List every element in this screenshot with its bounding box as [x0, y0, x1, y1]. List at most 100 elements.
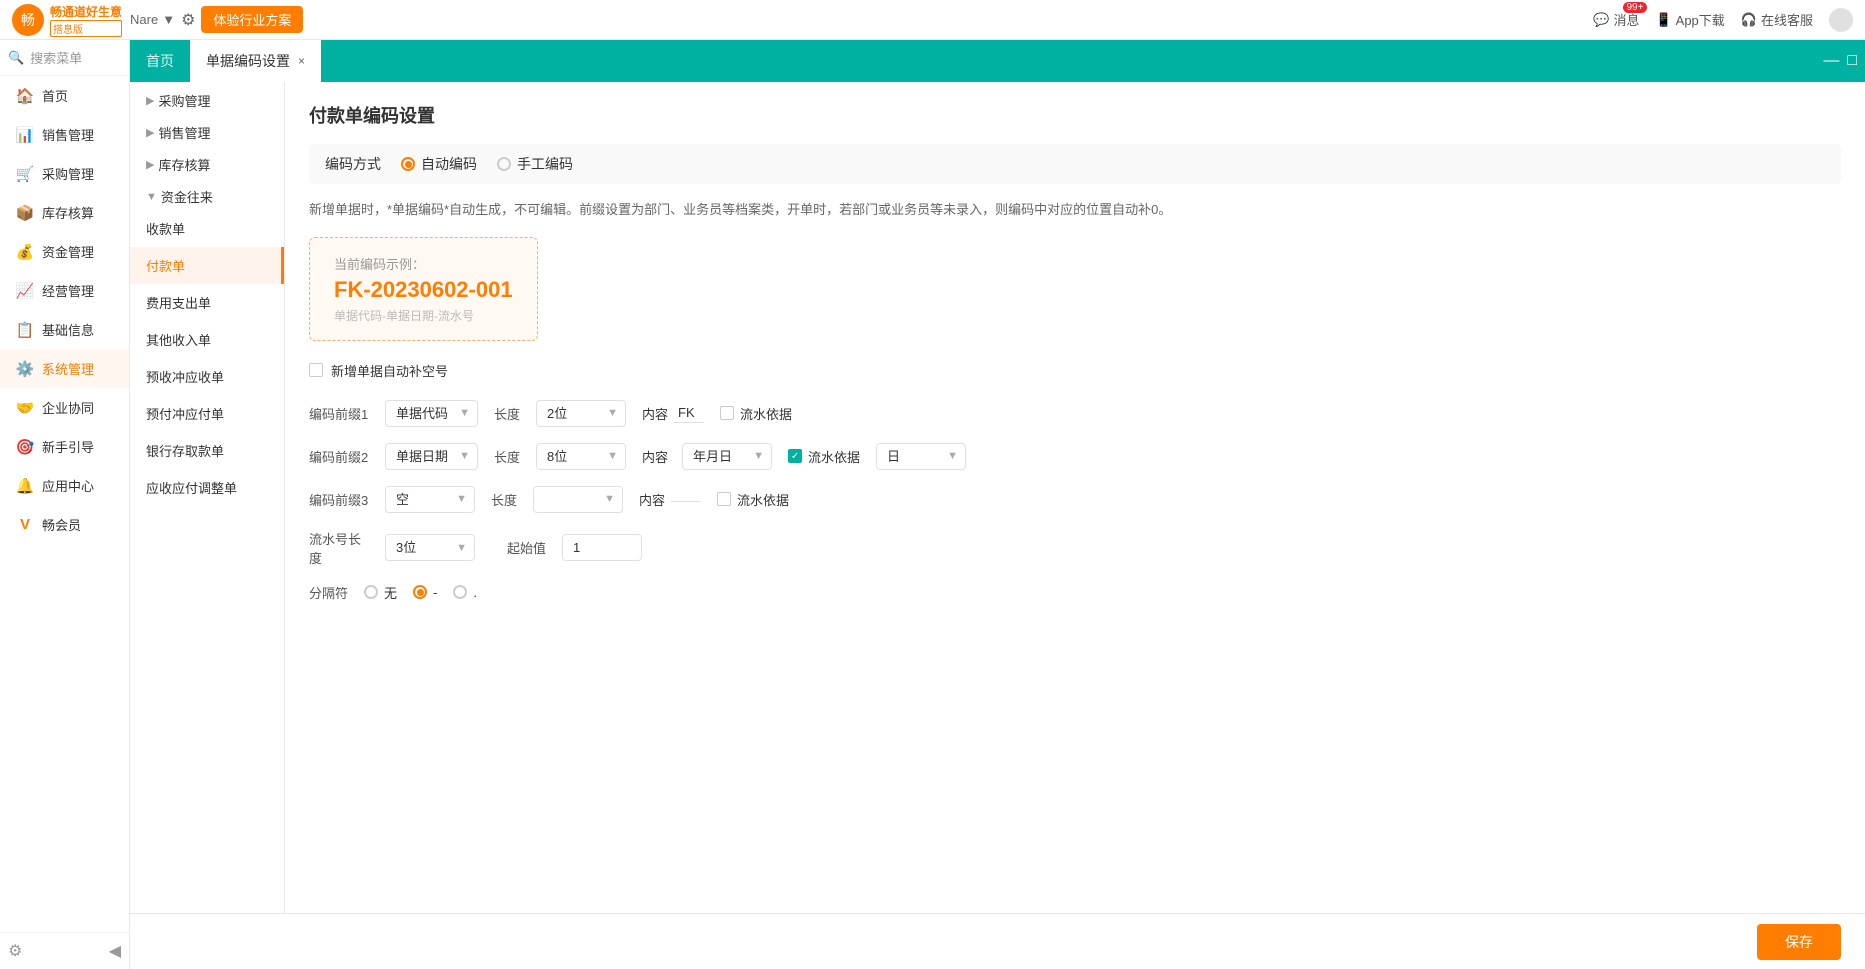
page-title: 付款单编码设置 — [309, 102, 1841, 128]
sub-group-capital[interactable]: 资金往来 — [130, 178, 284, 210]
expand-icon — [146, 94, 154, 107]
auto-fill-checkbox[interactable] — [309, 363, 323, 377]
sub-item-other-income[interactable]: 其他收入单 — [130, 321, 284, 358]
start-value-input[interactable] — [562, 534, 642, 561]
sub-item-payment[interactable]: 付款单 — [130, 247, 284, 284]
guide-icon: 🎯 — [16, 438, 34, 456]
experience-button[interactable]: 体验行业方案 — [201, 6, 303, 33]
user-avatar[interactable] — [1829, 8, 1853, 32]
logo-text: 畅通道好生意 搭息版 — [50, 3, 122, 37]
encode-method-row: 编码方式 自动编码 手工编码 — [309, 144, 1841, 184]
prefix2-content-select[interactable]: 年月日 — [682, 443, 772, 470]
sub-group-inventory[interactable]: 库存核算 — [130, 146, 284, 178]
chevron-down-icon: ▼ — [162, 12, 175, 27]
app-download-button[interactable]: 📱 App下载 — [1655, 10, 1724, 29]
maximize-icon[interactable]: □ — [1847, 52, 1857, 70]
sub-item-adjust[interactable]: 应收应付调整单 — [130, 469, 284, 506]
prefix2-select-wrapper: 单据日期 ▼ — [385, 443, 478, 470]
mobile-icon: 📱 — [1655, 12, 1671, 28]
settings-icon[interactable]: ⚙ — [8, 941, 22, 961]
prefix1-row: 编码前缀1 单据代码 ▼ 长度 2位 ▼ — [309, 400, 1841, 427]
expand-icon — [146, 158, 154, 171]
sidebar-item-inventory[interactable]: 📦 库存核算 — [0, 193, 129, 232]
minimize-icon[interactable]: — — [1823, 52, 1839, 70]
sidebar-item-guide[interactable]: 🎯 新手引导 — [0, 427, 129, 466]
prefix3-row: 编码前缀3 空 ▼ 长度 ▼ 内容 — [309, 486, 1841, 513]
tab-home[interactable]: 首页 — [130, 40, 190, 82]
nav-dropdown[interactable]: Nare ▼ — [130, 12, 175, 27]
sidebar-item-finance[interactable]: 💰 资金管理 — [0, 232, 129, 271]
sub-item-expense[interactable]: 费用支出单 — [130, 284, 284, 321]
expand-icon — [146, 126, 154, 139]
save-button[interactable]: 保存 — [1757, 924, 1841, 960]
search-icon: 🔍 — [8, 50, 24, 66]
gear-icon[interactable]: ⚙ — [181, 10, 195, 30]
prefix1-flow-check[interactable]: 流水依据 — [720, 404, 792, 423]
purchase-icon: 🛒 — [16, 165, 34, 183]
sub-item-prepay[interactable]: 预付冲应付单 — [130, 395, 284, 432]
top-bar-right: 💬 消息 99+ 📱 App下载 🎧 在线客服 — [1593, 8, 1853, 32]
sidebar-item-apps[interactable]: 🔔 应用中心 — [0, 466, 129, 505]
form-area: 付款单编码设置 编码方式 自动编码 手工编码 新增单据时，*单据编码*自动生成，… — [285, 82, 1865, 913]
logo-icon: 畅 — [12, 4, 44, 36]
prefix1-flow-checkbox[interactable] — [720, 406, 734, 420]
sub-item-receipt[interactable]: 收款单 — [130, 210, 284, 247]
sep-none-radio[interactable]: 无 — [364, 583, 397, 602]
tab-close-icon[interactable]: × — [298, 54, 305, 68]
top-bar: 畅 畅通道好生意 搭息版 Nare ▼ ⚙ 体验行业方案 💬 消息 99+ 📱 … — [0, 0, 1865, 40]
code-preview-box: 当前编码示例： FK-20230602-001 单据代码-单据日期-流水号 — [309, 237, 538, 341]
tab-encode-setting[interactable]: 单据编码设置 × — [190, 40, 321, 82]
collapse-icon[interactable]: ◀ — [109, 941, 121, 961]
manual-encode-radio[interactable]: 手工编码 — [497, 154, 573, 174]
serial-length-select[interactable]: 3位 — [385, 534, 475, 561]
prefix2-flow-unit-select[interactable]: 日 — [876, 443, 966, 470]
prefix1-length-select[interactable]: 2位 — [536, 400, 626, 427]
sidebar-item-sales[interactable]: 📊 销售管理 — [0, 115, 129, 154]
sidebar-item-member[interactable]: V 畅会员 — [0, 505, 129, 544]
sidebar-search[interactable]: 🔍 搜索菜单 — [0, 40, 129, 76]
serial-length-wrapper: 3位 ▼ — [385, 534, 475, 561]
top-bar-left: 畅 畅通道好生意 搭息版 Nare ▼ ⚙ 体验行业方案 — [12, 3, 303, 37]
prefix2-flow-unit-wrapper: 日 ▼ — [876, 443, 966, 470]
radio-dot-indicator — [453, 585, 467, 599]
finance-icon: 💰 — [16, 243, 34, 261]
info-text: 新增单据时，*单据编码*自动生成，不可编辑。前缀设置为部门、业务员等档案类，开单… — [309, 200, 1841, 221]
sub-item-advance-receipt[interactable]: 预收冲应收单 — [130, 358, 284, 395]
content-area: 首页 单据编码设置 × — □ 采购管理 销售管理 — [130, 40, 1865, 969]
prefix2-content-wrapper: 年月日 ▼ — [682, 443, 772, 470]
sub-group-purchase[interactable]: 采购管理 — [130, 82, 284, 114]
separator-row: 分隔符 无 - . — [309, 583, 1841, 602]
sidebar-item-home[interactable]: 🏠 首页 — [0, 76, 129, 115]
home-icon: 🏠 — [16, 87, 34, 105]
system-icon: ⚙️ — [16, 360, 34, 378]
top-nav: Nare ▼ ⚙ 体验行业方案 — [130, 6, 303, 33]
basic-icon: 📋 — [16, 321, 34, 339]
sidebar-item-business[interactable]: 📈 经营管理 — [0, 271, 129, 310]
auto-fill-row: 新增单据自动补空号 — [309, 361, 1841, 380]
messages-button[interactable]: 💬 消息 99+ — [1593, 10, 1639, 29]
sidebar-item-enterprise[interactable]: 🤝 企业协同 — [0, 388, 129, 427]
prefix3-length-select[interactable] — [533, 486, 623, 513]
prefix3-select[interactable]: 空 — [385, 486, 475, 513]
sep-dot-radio[interactable]: . — [453, 585, 477, 600]
prefix3-flow-checkbox[interactable] — [717, 492, 731, 506]
sidebar-item-system[interactable]: ⚙️ 系统管理 — [0, 349, 129, 388]
sub-item-bank[interactable]: 银行存取款单 — [130, 432, 284, 469]
sidebar-item-basic[interactable]: 📋 基础信息 — [0, 310, 129, 349]
online-support-button[interactable]: 🎧 在线客服 — [1741, 10, 1813, 29]
sep-dash-radio[interactable]: - — [413, 585, 437, 600]
business-icon: 📈 — [16, 282, 34, 300]
prefix3-flow-check[interactable]: 流水依据 — [717, 490, 789, 509]
prefix1-select[interactable]: 单据代码 — [385, 400, 478, 427]
sidebar-item-purchase[interactable]: 🛒 采购管理 — [0, 154, 129, 193]
sub-group-sales[interactable]: 销售管理 — [130, 114, 284, 146]
auto-encode-radio[interactable]: 自动编码 — [401, 154, 477, 174]
sidebar-bottom: ⚙ ◀ — [0, 932, 129, 969]
prefix2-select[interactable]: 单据日期 — [385, 443, 478, 470]
prefix2-flow-check[interactable]: ✓ 流水依据 — [788, 447, 860, 466]
expand-icon — [146, 191, 157, 203]
enterprise-icon: 🤝 — [16, 399, 34, 417]
prefix2-length-select[interactable]: 8位 — [536, 443, 626, 470]
prefix1-select-wrapper: 单据代码 ▼ — [385, 400, 478, 427]
prefix2-flow-checkbox[interactable]: ✓ — [788, 449, 802, 463]
